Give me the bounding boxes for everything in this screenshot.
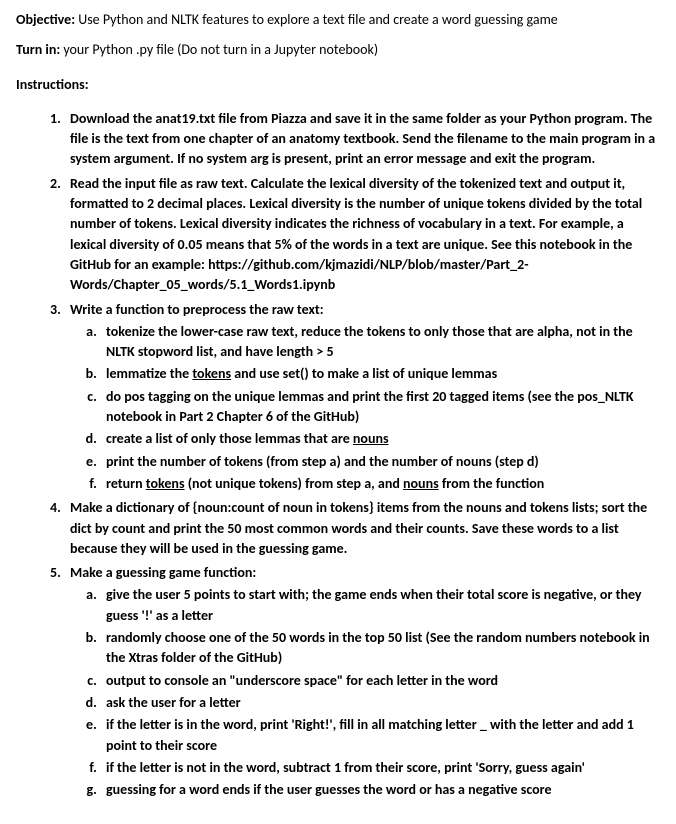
objective-label: Objective:	[16, 11, 75, 28]
sublist: tokenize the lower-case raw text, reduce…	[70, 322, 660, 494]
item-text: (not unique tokens) from step a, and	[185, 475, 403, 492]
turnin-label: Turn in:	[16, 41, 60, 58]
sublist: give the user 5 points to start with; th…	[70, 585, 660, 800]
underlined-text: tokens	[146, 475, 185, 492]
item-text: lemmatize the	[106, 365, 192, 382]
list-item: print the number of tokens (from step a)…	[100, 452, 660, 472]
item-text: print the number of tokens (from step a)…	[106, 453, 539, 470]
list-item: return tokens (not unique tokens) from s…	[100, 474, 660, 494]
list-item: create a list of only those lemmas that …	[100, 429, 660, 449]
item-text: Download the anat19.txt file from Piazza…	[70, 110, 655, 168]
item-text: do pos tagging on the unique lemmas and …	[106, 388, 634, 425]
list-item: Write a function to preprocess the raw t…	[64, 300, 660, 495]
list-item: Read the input file as raw text. Calcula…	[64, 174, 660, 296]
item-text: if the letter is in the word, print 'Rig…	[106, 716, 634, 753]
item-text: give the user 5 points to start with; th…	[106, 586, 642, 623]
item-text: Write a function to preprocess the raw t…	[70, 301, 324, 318]
item-text: return	[106, 475, 146, 492]
list-item: give the user 5 points to start with; th…	[100, 585, 660, 626]
underlined-text: nouns	[403, 475, 439, 492]
list-item: if the letter is not in the word, subtra…	[100, 758, 660, 778]
underlined-text: tokens	[192, 365, 231, 382]
list-item: lemmatize the tokens and use set() to ma…	[100, 364, 660, 384]
list-item: if the letter is in the word, print 'Rig…	[100, 715, 660, 756]
list-item: randomly choose one of the 50 words in t…	[100, 628, 660, 669]
turnin-text: your Python .py file (Do not turn in a J…	[60, 41, 378, 58]
item-text: ask the user for a letter	[106, 694, 241, 711]
instructions-list: Download the anat19.txt file from Piazza…	[16, 109, 660, 801]
list-item: Download the anat19.txt file from Piazza…	[64, 109, 660, 170]
list-item: tokenize the lower-case raw text, reduce…	[100, 322, 660, 363]
objective-text: Use Python and NLTK features to explore …	[75, 11, 558, 28]
item-text: and use set() to make a list of unique l…	[231, 365, 497, 382]
item-text: if the letter is not in the word, subtra…	[106, 759, 585, 776]
item-text: create a list of only those lemmas that …	[106, 430, 353, 447]
item-text: Make a guessing game function:	[70, 564, 256, 581]
item-text: tokenize the lower-case raw text, reduce…	[106, 323, 633, 360]
list-item: Make a guessing game function: give the …	[64, 563, 660, 800]
instructions-label: Instructions:	[16, 75, 660, 95]
list-item: ask the user for a letter	[100, 693, 660, 713]
objective-line: Objective: Use Python and NLTK features …	[16, 10, 660, 30]
list-item: output to console an "underscore space" …	[100, 671, 660, 691]
item-text: Make a dictionary of {noun:count of noun…	[70, 499, 647, 557]
item-text: from the function	[439, 475, 545, 492]
list-item: do pos tagging on the unique lemmas and …	[100, 387, 660, 428]
underlined-text: nouns	[353, 430, 389, 447]
list-item: Make a dictionary of {noun:count of noun…	[64, 498, 660, 559]
list-item: guessing for a word ends if the user gue…	[100, 780, 660, 800]
turnin-line: Turn in: your Python .py file (Do not tu…	[16, 40, 660, 60]
item-text: randomly choose one of the 50 words in t…	[106, 629, 650, 666]
item-text: Read the input file as raw text. Calcula…	[70, 175, 642, 293]
item-text: output to console an "underscore space" …	[106, 672, 498, 689]
item-text: guessing for a word ends if the user gue…	[106, 781, 552, 798]
